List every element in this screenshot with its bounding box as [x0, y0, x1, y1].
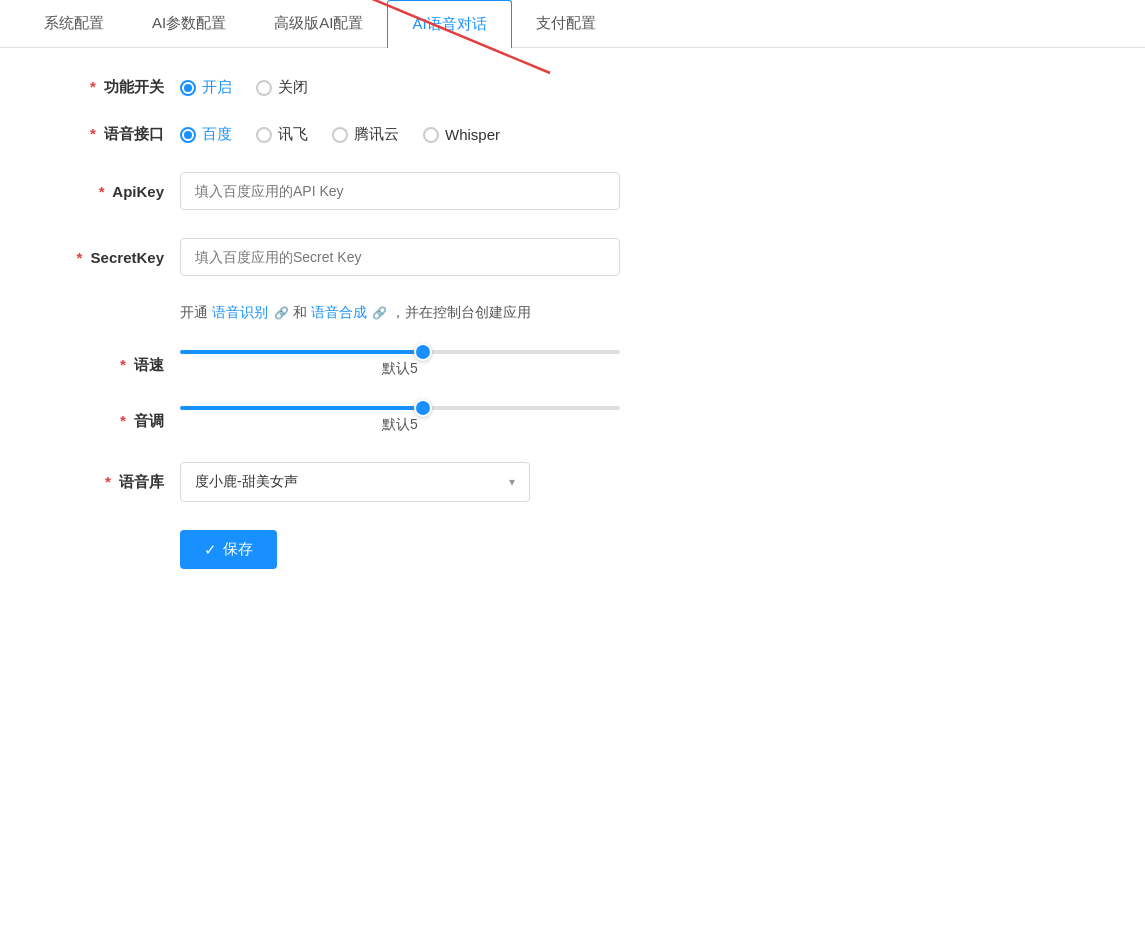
- apikey-row: * ApiKey: [60, 172, 1085, 210]
- voice-interface-radio-group: 百度 讯飞 腾讯云 Whisper: [180, 125, 500, 144]
- voice-interface-row: * 语音接口 百度 讯飞 腾讯云 Whisper: [60, 125, 1085, 144]
- main-content: * 功能开关 开启 关闭 * 语音接口 百度 讯飞: [0, 48, 1145, 599]
- secretkey-row: * SecretKey: [60, 238, 1085, 276]
- secretkey-label: * SecretKey: [60, 249, 180, 266]
- save-label: 保存: [223, 540, 253, 559]
- feature-switch-on[interactable]: 开启: [180, 78, 232, 97]
- chevron-down-icon: ▾: [509, 475, 515, 489]
- voice-baidu[interactable]: 百度: [180, 125, 232, 144]
- secretkey-input[interactable]: [180, 238, 620, 276]
- voice-library-row: * 语音库 度小鹿-甜美女声 ▾: [60, 462, 1085, 502]
- pitch-row: * 音调 默认5: [60, 406, 1085, 434]
- voice-library-value: 度小鹿-甜美女声: [195, 473, 298, 491]
- feature-switch-off[interactable]: 关闭: [256, 78, 308, 97]
- voice-library-label: * 语音库: [60, 473, 180, 492]
- required-mark-2: *: [90, 125, 96, 142]
- save-button[interactable]: ✓ 保存: [180, 530, 277, 569]
- feature-switch-row: * 功能开关 开启 关闭: [60, 78, 1085, 97]
- required-mark-4: *: [77, 249, 83, 266]
- voice-xunfei[interactable]: 讯飞: [256, 125, 308, 144]
- voice-synthesis-link[interactable]: 语音合成 🔗: [311, 304, 392, 320]
- speech-rate-slider-container: 默认5: [180, 350, 620, 378]
- pitch-label: * 音调: [60, 406, 180, 431]
- voice-tencent[interactable]: 腾讯云: [332, 125, 399, 144]
- nav-tabs: 系统配置 AI参数配置 高级版AI配置 AI语音对话 支付配置: [0, 0, 1145, 48]
- pitch-default: 默认5: [180, 416, 620, 434]
- voice-library-select[interactable]: 度小鹿-甜美女声 ▾: [180, 462, 530, 502]
- speech-rate-label: * 语速: [60, 350, 180, 375]
- required-mark-7: *: [105, 473, 111, 490]
- radio-tencent-label: 腾讯云: [354, 125, 399, 144]
- voice-interface-label: * 语音接口: [60, 125, 180, 144]
- hint-text: 开通 语音识别 🔗 和 语音合成 🔗 ，并在控制台创建应用: [180, 304, 1085, 322]
- radio-xunfei-circle: [256, 127, 272, 143]
- required-mark-6: *: [120, 412, 126, 429]
- radio-on-label: 开启: [202, 78, 232, 97]
- required-mark-5: *: [120, 356, 126, 373]
- speech-rate-default: 默认5: [180, 360, 620, 378]
- tab-payment[interactable]: 支付配置: [512, 0, 620, 47]
- required-mark: *: [90, 78, 96, 95]
- radio-whisper-circle: [423, 127, 439, 143]
- link2-icon: 🔗: [372, 306, 387, 320]
- radio-on-circle: [180, 80, 196, 96]
- save-check-icon: ✓: [204, 541, 217, 559]
- radio-baidu-circle: [180, 127, 196, 143]
- voice-recognition-link[interactable]: 语音识别 🔗: [212, 304, 293, 320]
- tab-ai-advanced[interactable]: 高级版AI配置: [250, 0, 387, 47]
- pitch-slider[interactable]: [180, 406, 620, 410]
- radio-whisper-label: Whisper: [445, 126, 500, 143]
- link1-icon: 🔗: [274, 306, 289, 320]
- apikey-input[interactable]: [180, 172, 620, 210]
- radio-tencent-circle: [332, 127, 348, 143]
- tab-system[interactable]: 系统配置: [20, 0, 128, 47]
- required-mark-3: *: [99, 183, 105, 200]
- speech-rate-slider[interactable]: [180, 350, 620, 354]
- apikey-label: * ApiKey: [60, 183, 180, 200]
- tab-ai-params[interactable]: AI参数配置: [128, 0, 250, 47]
- speech-rate-row: * 语速 默认5: [60, 350, 1085, 378]
- radio-baidu-label: 百度: [202, 125, 232, 144]
- pitch-slider-container: 默认5: [180, 406, 620, 434]
- feature-switch-radio-group: 开启 关闭: [180, 78, 308, 97]
- tab-ai-voice[interactable]: AI语音对话: [387, 0, 511, 48]
- radio-off-circle: [256, 80, 272, 96]
- feature-switch-label: * 功能开关: [60, 78, 180, 97]
- radio-off-label: 关闭: [278, 78, 308, 97]
- voice-whisper[interactable]: Whisper: [423, 126, 500, 143]
- radio-xunfei-label: 讯飞: [278, 125, 308, 144]
